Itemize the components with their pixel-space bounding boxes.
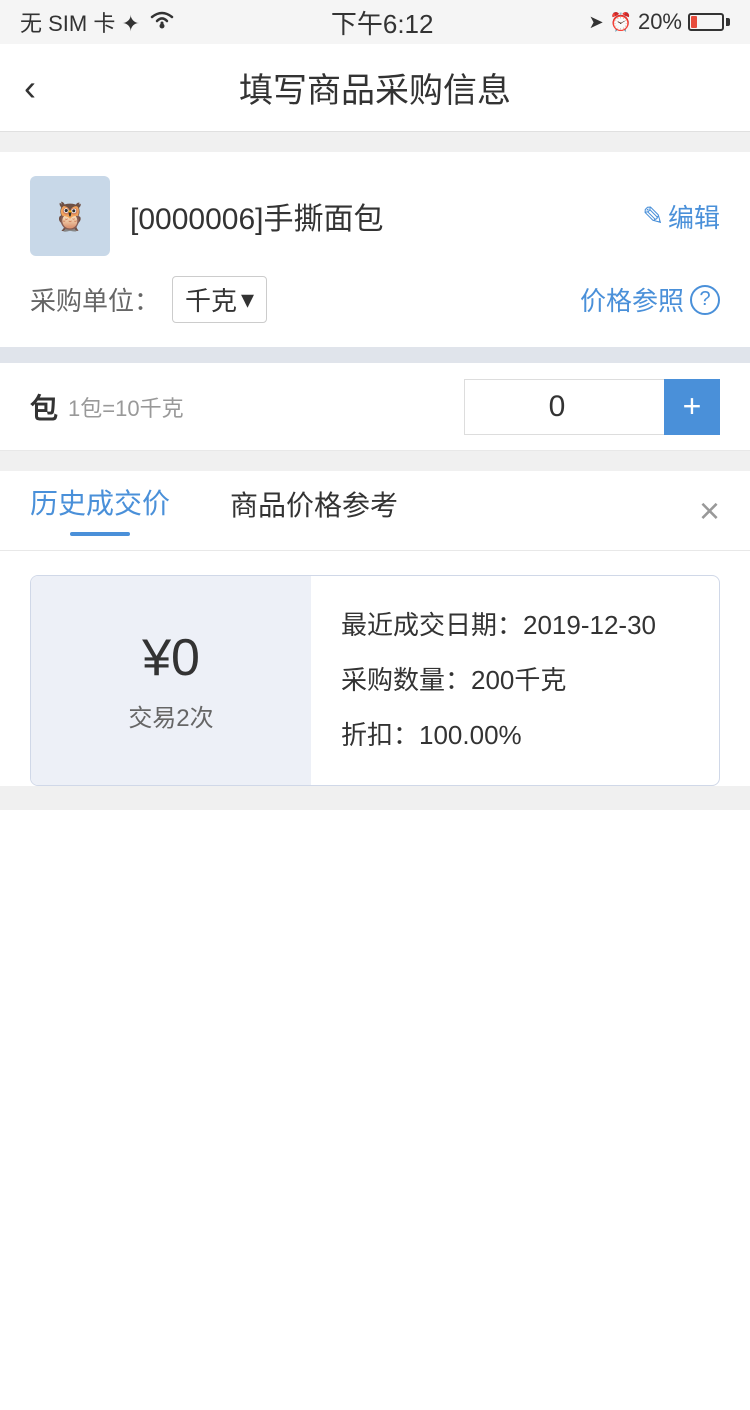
price-card-right: 最近成交日期：2019-12-30 采购数量：200千克 折扣：100.00% (311, 576, 719, 785)
close-button[interactable]: × (699, 490, 720, 532)
status-bar: 无 SIM 卡 ✦ 下午6:12 ➤ ⏰ 20% (0, 0, 750, 44)
unit-selector[interactable]: 千克 ▾ (172, 276, 267, 323)
back-button[interactable]: ‹ (24, 67, 36, 109)
dropdown-icon: ▾ (241, 284, 254, 315)
alarm-icon: ⏰ (610, 12, 632, 33)
quantity-subtext: 1包=10千克 (68, 391, 184, 423)
edit-icon: ✎ (642, 201, 664, 232)
help-icon: ? (690, 285, 720, 315)
price-detail-discount-value: 100.00% (419, 720, 522, 750)
product-thumbnail-icon: 🦉 (53, 200, 88, 233)
quantity-input-group: + (464, 379, 720, 435)
price-card-left: ¥0 交易2次 (31, 576, 311, 785)
unit-value: 千克 (185, 281, 237, 318)
quantity-label: 包 1包=10千克 (30, 387, 184, 427)
unit-label: 采购单位： (30, 281, 160, 318)
price-ref-label: 价格参照 (580, 281, 684, 318)
quantity-unit-icon: 包 (30, 387, 58, 427)
product-card: 🦉 [0000006]手撕面包 ✎ 编辑 采购单位： 千克 ▾ 价格参照 ? (0, 152, 750, 347)
unit-row: 采购单位： 千克 ▾ (30, 276, 267, 323)
price-detail-qty-value: 200千克 (471, 665, 566, 695)
price-ref-button[interactable]: 价格参照 ? (580, 281, 720, 318)
price-detail-date-label: 最近成交日期： (341, 610, 523, 640)
edit-button[interactable]: ✎ 编辑 (642, 198, 720, 235)
price-detail-discount-label: 折扣： (341, 720, 419, 750)
sim-status: 无 SIM 卡 ✦ (20, 6, 140, 38)
price-value: 0 (171, 629, 200, 687)
tab-history-underline (70, 532, 130, 536)
product-bottom-row: 采购单位： 千克 ▾ 价格参照 ? (30, 276, 720, 323)
status-left: 无 SIM 卡 ✦ (20, 6, 176, 38)
edit-label: 编辑 (668, 198, 720, 235)
product-left: 🦉 [0000006]手撕面包 (30, 176, 383, 256)
price-card: ¥0 交易2次 最近成交日期：2019-12-30 采购数量：200千克 折扣：… (30, 575, 720, 786)
page-rest (0, 810, 750, 1410)
tabs-container: 历史成交价 商品价格参考 × ¥0 交易2次 最近成交日期：2019-12-30… (0, 471, 750, 786)
tabs-list: 历史成交价 商品价格参考 (30, 482, 398, 540)
price-amount: ¥0 (142, 628, 200, 688)
quantity-input[interactable] (464, 379, 664, 435)
tab-reference-label: 商品价格参考 (230, 484, 398, 534)
price-detail-qty: 采购数量：200千克 (341, 661, 689, 700)
quantity-row: 包 1包=10千克 + (0, 363, 750, 451)
product-name: [0000006]手撕面包 (130, 194, 383, 238)
page-title: 填写商品采购信息 (239, 63, 511, 112)
nav-bar: ‹ 填写商品采购信息 (0, 44, 750, 132)
separator-1 (0, 347, 750, 363)
trade-count: 交易2次 (128, 698, 213, 733)
tab-history[interactable]: 历史成交价 (30, 482, 170, 540)
quantity-plus-button[interactable]: + (664, 379, 720, 435)
product-top-row: 🦉 [0000006]手撕面包 ✎ 编辑 (30, 176, 720, 256)
price-detail-discount: 折扣：100.00% (341, 716, 689, 755)
status-right: ➤ ⏰ 20% (588, 9, 730, 35)
status-time: 下午6:12 (331, 4, 434, 41)
battery-percent: 20% (638, 9, 682, 35)
price-detail-date: 最近成交日期：2019-12-30 (341, 606, 689, 645)
wifi-icon (148, 9, 176, 35)
price-detail-qty-label: 采购数量： (341, 665, 471, 695)
product-thumbnail: 🦉 (30, 176, 110, 256)
battery-icon (688, 13, 730, 31)
location-icon: ➤ (588, 12, 603, 33)
price-detail-date-value: 2019-12-30 (523, 610, 656, 640)
price-symbol: ¥ (142, 629, 171, 687)
tabs-header: 历史成交价 商品价格参考 × (0, 471, 750, 551)
tab-history-label: 历史成交价 (30, 482, 170, 532)
tab-reference[interactable]: 商品价格参考 (230, 484, 398, 538)
